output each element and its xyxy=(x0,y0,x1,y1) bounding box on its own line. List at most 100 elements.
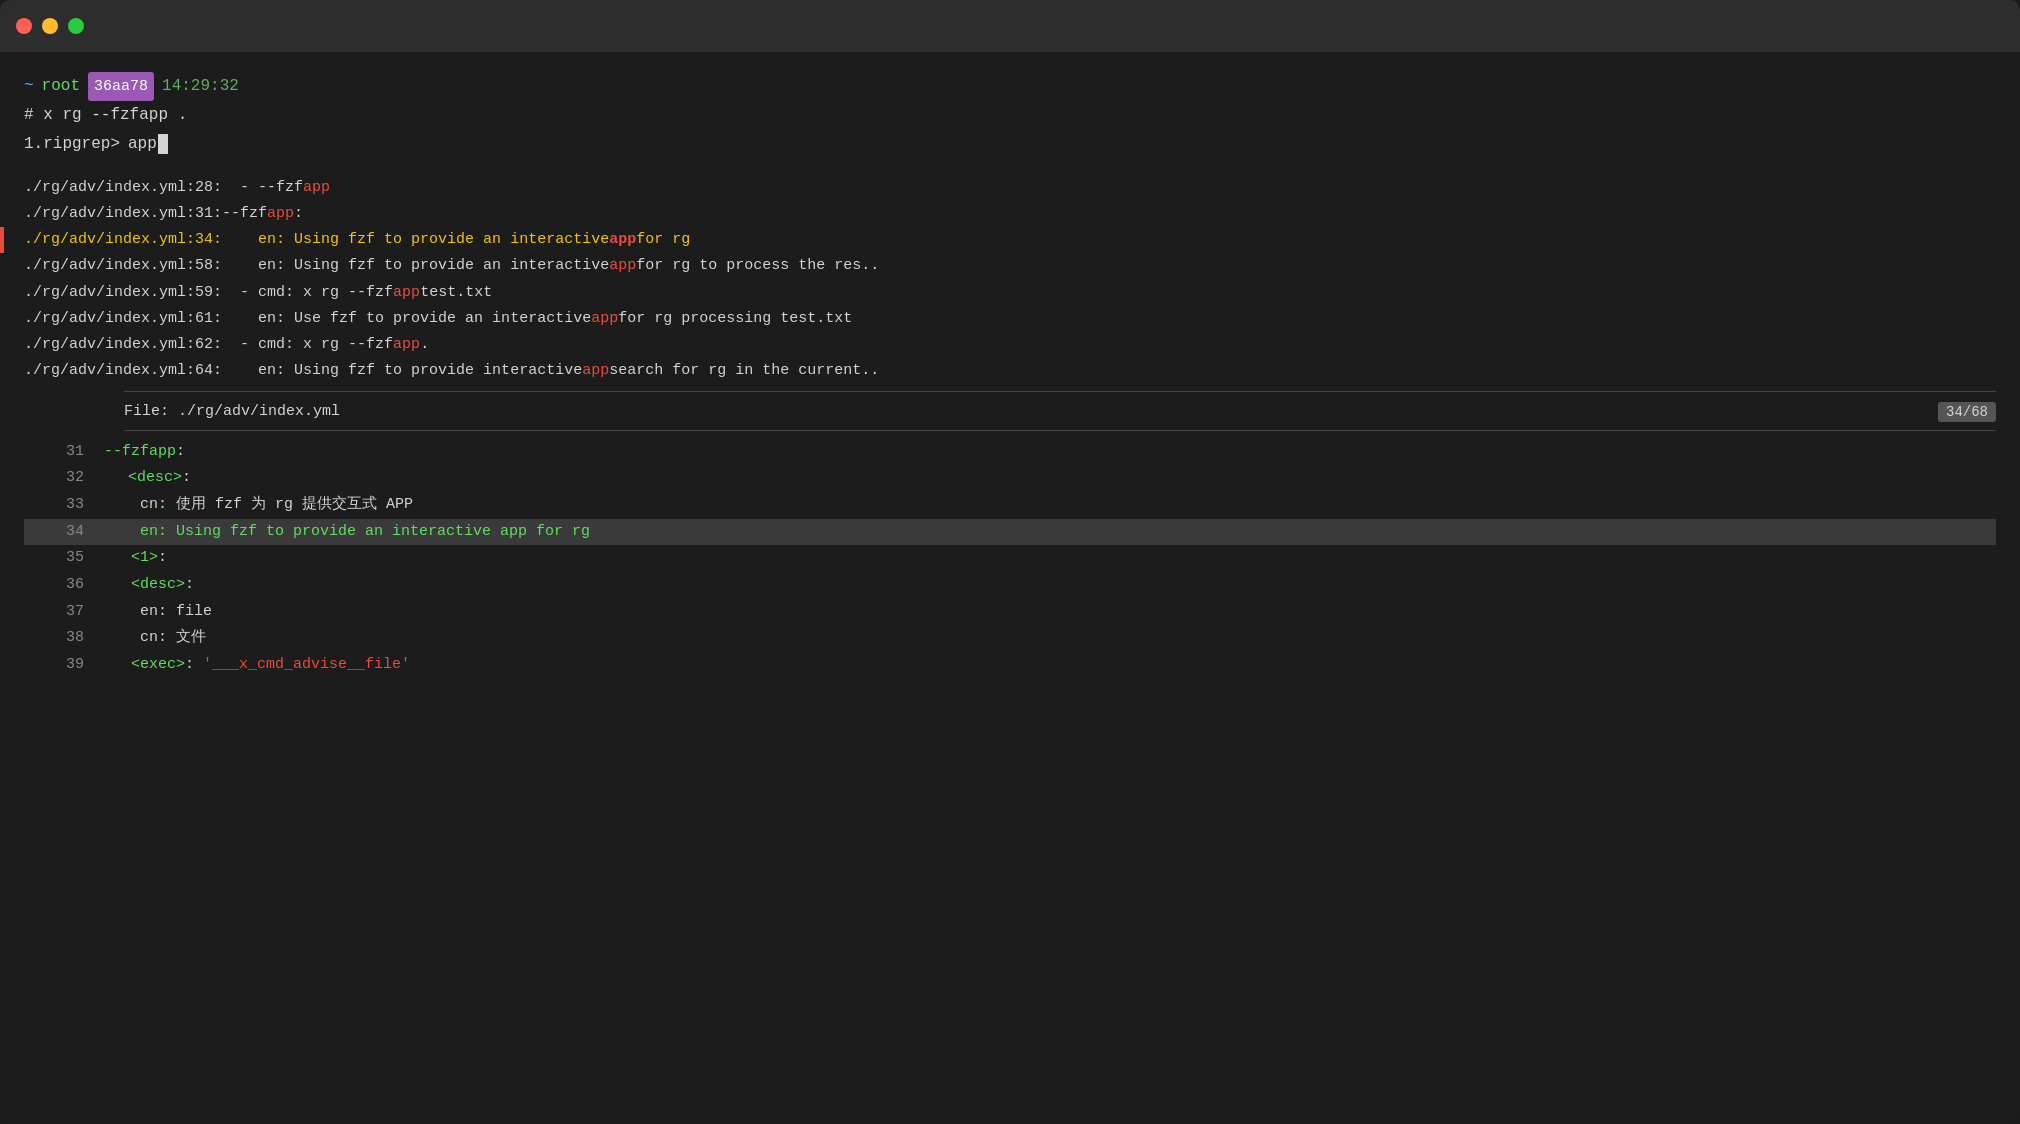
minimize-button[interactable] xyxy=(42,18,58,34)
colon: : xyxy=(158,549,167,566)
separator: : xyxy=(213,332,222,358)
result-line[interactable]: ./rg/adv/index.yml:59: - cmd: x rg --fzf… xyxy=(24,280,1996,306)
file-path: ./rg/adv/index.yml xyxy=(24,358,186,384)
line-num: 61 xyxy=(195,306,213,332)
preview-section: File: ./rg/adv/index.yml 34/68 31 --fzfa… xyxy=(24,398,1996,1104)
separator: : xyxy=(213,175,222,201)
match-highlight: app xyxy=(393,280,420,306)
line-content: en: Using fzf to provide an interactive … xyxy=(104,519,1996,546)
ripgrep-label: 1.ripgrep> xyxy=(24,130,120,159)
command-line: # x rg --fzfapp . xyxy=(24,101,1996,130)
colon: : xyxy=(185,656,203,673)
cn-content: cn: 文件 xyxy=(104,629,206,646)
line-content: <desc>: xyxy=(104,465,1996,492)
ripgrep-prompt[interactable]: 1.ripgrep> app xyxy=(24,130,1996,159)
line-number: 32 xyxy=(24,465,104,492)
separator: : xyxy=(213,306,222,332)
terminal-window: ~ root 36aa78 14:29:32 # x rg --fzfapp .… xyxy=(0,0,2020,1124)
colon: : xyxy=(182,469,191,486)
shell-section: ~ root 36aa78 14:29:32 # x rg --fzfapp .… xyxy=(24,72,1996,159)
line-number: 35 xyxy=(24,545,104,572)
file-path: ./rg/adv/index.yml xyxy=(24,201,186,227)
match-highlight: app xyxy=(303,175,330,201)
result-line[interactable]: ./rg/adv/index.yml:28: - --fzfapp xyxy=(24,175,1996,201)
result-line[interactable]: ./rg/adv/index.yml:31:--fzfapp: xyxy=(24,201,1996,227)
tag-text: <desc> xyxy=(131,576,185,593)
result-content: : xyxy=(294,201,303,227)
line-number: 36 xyxy=(24,572,104,599)
preview-line: 36 <desc>: xyxy=(24,572,1996,599)
cursor xyxy=(158,134,168,154)
preview-filename: File: ./rg/adv/index.yml xyxy=(124,403,340,420)
search-input[interactable]: app xyxy=(128,130,168,159)
preview-line-selected: 34 en: Using fzf to provide an interacti… xyxy=(24,519,1996,546)
file-path: ./rg/adv/index.yml xyxy=(24,332,186,358)
section-divider xyxy=(124,391,1996,392)
separator-highlighted: : xyxy=(186,227,195,253)
separator: : xyxy=(186,332,195,358)
en-content: en: Using fzf to provide an interactive … xyxy=(104,523,590,540)
line-content: cn: 文件 xyxy=(104,625,1996,652)
line-num: 28 xyxy=(195,175,213,201)
result-content: en: Use fzf to provide an interactive xyxy=(222,306,591,332)
result-content: - cmd: x rg --fzf xyxy=(222,280,393,306)
tilde-symbol: ~ xyxy=(24,72,34,101)
result-line[interactable]: ./rg/adv/index.yml:62: - cmd: x rg --fzf… xyxy=(24,332,1996,358)
result-line[interactable]: ./rg/adv/index.yml:58: en: Using fzf to … xyxy=(24,253,1996,279)
exec-value: '___x_cmd_advise__file' xyxy=(203,656,410,673)
terminal-content: ~ root 36aa78 14:29:32 # x rg --fzfapp .… xyxy=(0,52,2020,1124)
line-number: 37 xyxy=(24,599,104,626)
preview-line: 37 en: file xyxy=(24,599,1996,626)
close-button[interactable] xyxy=(16,18,32,34)
result-content: for rg to process the res.. xyxy=(636,253,879,279)
prompt-line: ~ root 36aa78 14:29:32 xyxy=(24,72,1996,101)
match-highlight: app xyxy=(393,332,420,358)
preview-divider xyxy=(124,430,1996,431)
result-line[interactable]: ./rg/adv/index.yml:64: en: Using fzf to … xyxy=(24,358,1996,384)
separator: : xyxy=(186,358,195,384)
preview-line: 32 <desc>: xyxy=(24,465,1996,492)
preview-counter: 34/68 xyxy=(1938,402,1996,422)
preview-header: File: ./rg/adv/index.yml 34/68 xyxy=(124,398,1996,430)
file-path: ./rg/adv/index.yml xyxy=(24,280,186,306)
line-num-highlighted: 34 xyxy=(195,227,213,253)
result-line-selected[interactable]: ./rg/adv/index.yml:34: en: Using fzf to … xyxy=(24,227,1996,253)
traffic-lights xyxy=(16,18,84,34)
result-line[interactable]: ./rg/adv/index.yml:61: en: Use fzf to pr… xyxy=(24,306,1996,332)
line-number: 33 xyxy=(24,492,104,519)
maximize-button[interactable] xyxy=(68,18,84,34)
colon: : xyxy=(176,443,185,460)
search-text: app xyxy=(128,130,157,159)
key-text: --fzfapp xyxy=(104,443,176,460)
result-content: - --fzf xyxy=(222,175,303,201)
username: root xyxy=(42,72,80,101)
result-content: en: Using fzf to provide an interactive xyxy=(222,253,609,279)
indent xyxy=(104,576,122,593)
result-content: search for rg in the current.. xyxy=(609,358,879,384)
tag-text: <1> xyxy=(131,549,158,566)
result-content: test.txt xyxy=(420,280,492,306)
selected-indicator xyxy=(0,227,4,253)
separator-highlighted: : xyxy=(213,227,222,253)
line-content: <desc>: xyxy=(104,572,1996,599)
result-content: - cmd: x rg --fzf xyxy=(222,332,393,358)
file-label: File: xyxy=(124,403,169,420)
line-number: 38 xyxy=(24,625,104,652)
separator: : xyxy=(213,280,222,306)
line-content: cn: 使用 fzf 为 rg 提供交互式 APP xyxy=(104,492,1996,519)
line-content: en: file xyxy=(104,599,1996,626)
en-content: en: file xyxy=(104,603,212,620)
separator: : xyxy=(213,253,222,279)
line-number: 39 xyxy=(24,652,104,679)
timestamp: 14:29:32 xyxy=(162,72,239,101)
indent xyxy=(104,656,122,673)
tag-text: <desc> xyxy=(128,469,182,486)
separator: : xyxy=(186,253,195,279)
command-text: # x rg --fzfapp . xyxy=(24,106,187,124)
result-content: for rg processing test.txt xyxy=(618,306,852,332)
preview-line: 38 cn: 文件 xyxy=(24,625,1996,652)
git-hash: 36aa78 xyxy=(88,72,154,101)
result-content: . xyxy=(420,332,429,358)
line-num: 59 xyxy=(195,280,213,306)
preview-lines: 31 --fzfapp: 32 <desc>: 33 xyxy=(24,439,1996,1104)
